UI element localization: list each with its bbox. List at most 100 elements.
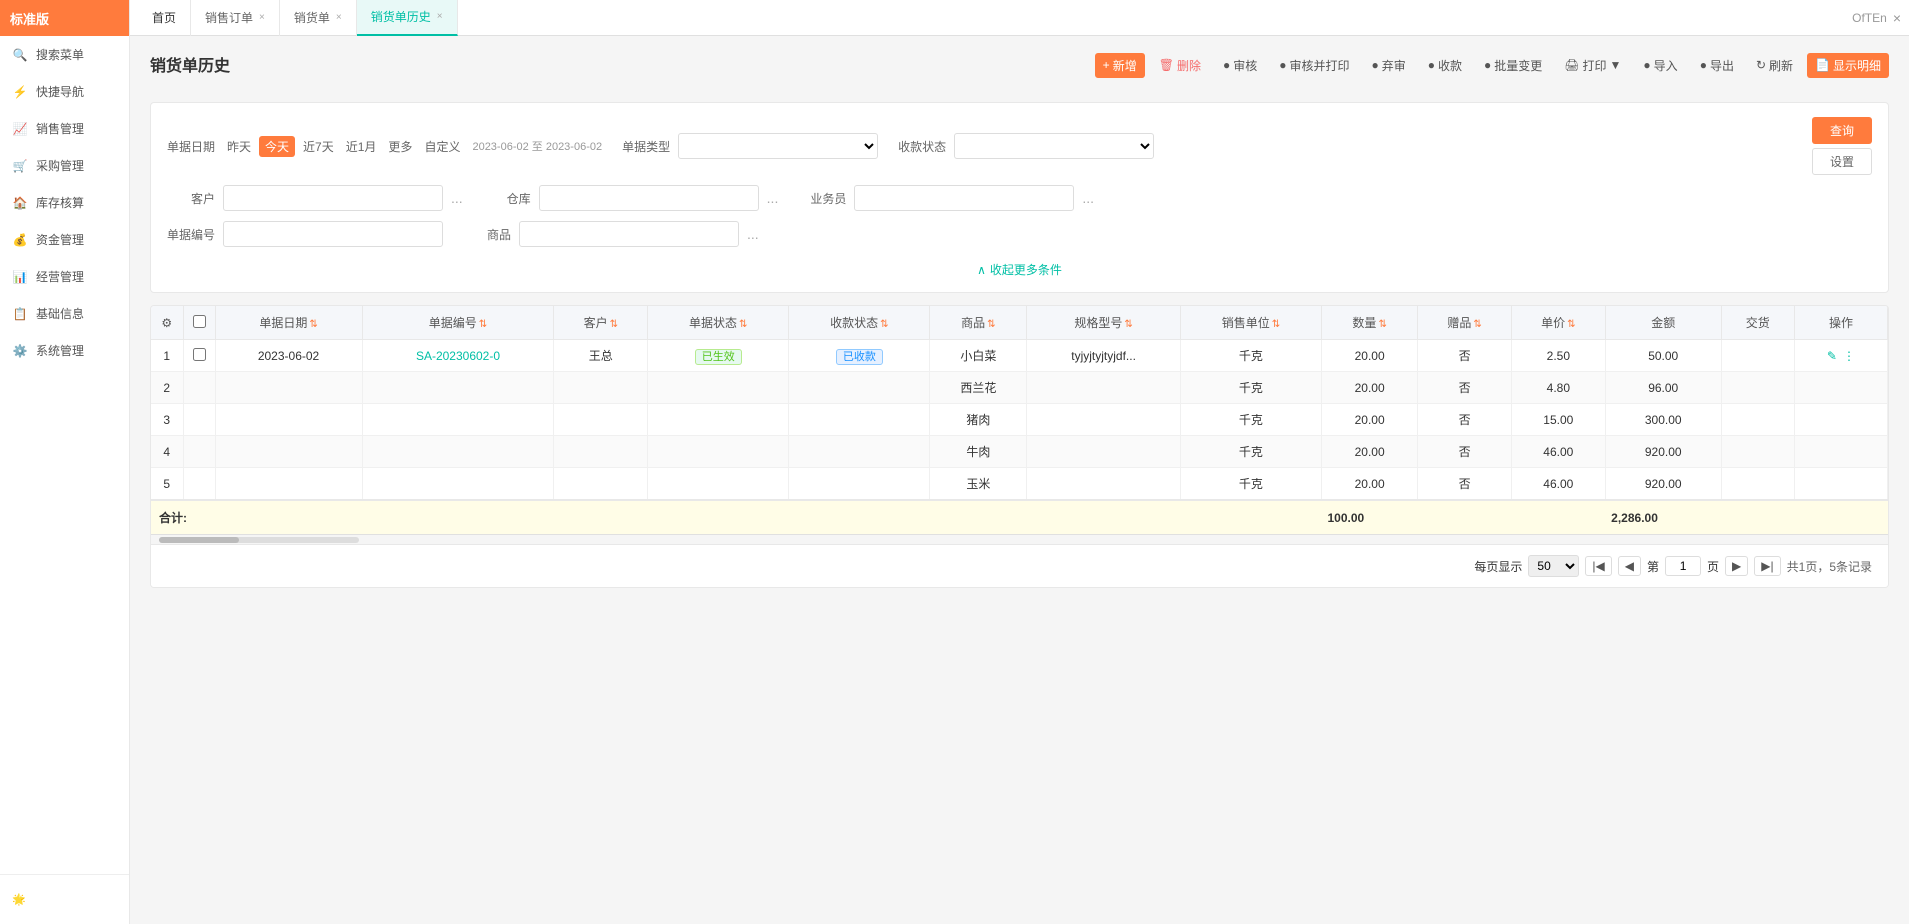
sidebar-item-sales-mgmt[interactable]: 📈 销售管理 [0, 110, 129, 147]
sidebar-item-finance-mgmt[interactable]: 💰 资金管理 [0, 221, 129, 258]
col-pay-status[interactable]: 收款状态⇅ [789, 306, 930, 340]
sidebar-item-ops-mgmt[interactable]: 📊 经营管理 [0, 258, 129, 295]
select-all-checkbox[interactable] [193, 315, 206, 328]
table-row: 5 玉米 千克 20.00 否 46.00 920.00 [151, 468, 1888, 501]
col-doc-no[interactable]: 单据编号⇅ [362, 306, 554, 340]
row-doc-no[interactable] [362, 404, 554, 436]
pay-status-select[interactable] [954, 133, 1154, 159]
row-doc-no[interactable]: SA-20230602-0 [362, 340, 554, 372]
show-detail-button[interactable]: 📄 显示明细 [1807, 53, 1889, 78]
tab-home[interactable]: 首页 [138, 0, 191, 36]
docno-input[interactable] [223, 221, 443, 247]
sidebar-item-basic-info[interactable]: 📋 基础信息 [0, 295, 129, 332]
col-unit-price[interactable]: 单价⇅ [1511, 306, 1605, 340]
tab-sales-history[interactable]: 销货单历史 × [357, 0, 458, 36]
refresh-button[interactable]: ↻ 刷新 [1748, 53, 1801, 78]
import-button[interactable]: ● 导入 [1635, 53, 1685, 78]
doc-type-select[interactable] [678, 133, 878, 159]
collapse-btn[interactable]: ∧ 收起更多条件 [167, 257, 1872, 278]
col-gift[interactable]: 赠品⇅ [1418, 306, 1512, 340]
col-goods[interactable]: 商品⇅ [930, 306, 1027, 340]
date-btn-more[interactable]: 更多 [384, 136, 416, 157]
first-page-btn[interactable]: |◀ [1585, 556, 1611, 576]
goods-input[interactable] [519, 221, 739, 247]
close-sales-order-icon[interactable]: × [259, 12, 265, 23]
row-checkbox[interactable] [193, 348, 206, 361]
edit-action-btn[interactable]: ✎ [1824, 349, 1840, 363]
row-pay-status [789, 468, 930, 501]
close-window-icon[interactable]: × [1893, 10, 1901, 26]
row-doc-no[interactable] [362, 468, 554, 501]
collect-button[interactable]: ● 收款 [1420, 53, 1470, 78]
col-doc-status[interactable]: 单据状态⇅ [648, 306, 789, 340]
batch-change-icon: ● [1484, 58, 1491, 72]
row-spec-type [1027, 404, 1181, 436]
row-doc-no[interactable] [362, 436, 554, 468]
page-size-select[interactable]: 50 20 100 [1528, 555, 1579, 577]
customer-input[interactable] [223, 185, 443, 211]
row-sales-unit: 千克 [1180, 404, 1321, 436]
warehouse-input[interactable] [539, 185, 759, 211]
date-range-value: 2023-06-02 至 2023-06-02 [472, 138, 602, 154]
goods-dots[interactable]: ... [747, 226, 759, 242]
customer-dots[interactable]: ... [451, 190, 463, 206]
refresh-icon: ↻ [1756, 58, 1766, 72]
sidebar-item-purchase-mgmt[interactable]: 🛒 采购管理 [0, 147, 129, 184]
next-page-btn[interactable]: ▶ [1725, 556, 1748, 576]
salesperson-dots[interactable]: ... [1082, 190, 1094, 206]
print-button[interactable]: 🖨 打印 ▼ [1556, 53, 1629, 78]
abandon-button[interactable]: ● 弃审 [1363, 53, 1413, 78]
export-button[interactable]: ● 导出 [1692, 53, 1742, 78]
tab-sales-goods[interactable]: 销货单 × [280, 0, 357, 36]
query-button[interactable]: 查询 [1812, 117, 1872, 144]
page-size-label: 每页显示 [1474, 558, 1522, 575]
warehouse-dots[interactable]: ... [767, 190, 779, 206]
row-customer [554, 436, 648, 468]
sidebar-item-search-menu[interactable]: 🔍 搜索菜单 [0, 36, 129, 73]
row-trade [1721, 340, 1794, 372]
sidebar-item-quick-nav[interactable]: ⚡ 快捷导航 [0, 73, 129, 110]
horizontal-scrollbar[interactable] [151, 534, 1888, 544]
page-input[interactable] [1665, 556, 1701, 576]
batch-change-button[interactable]: ● 批量变更 [1476, 53, 1550, 78]
sidebar-item-inventory[interactable]: 🏠 库存核算 [0, 184, 129, 221]
sidebar-item-label: 资金管理 [36, 231, 84, 248]
sidebar-bottom-icon1[interactable]: 🌟 [0, 883, 129, 916]
date-btn-1month[interactable]: 近1月 [342, 136, 381, 157]
salesperson-input[interactable] [854, 185, 1074, 211]
close-sales-history-icon[interactable]: × [437, 11, 443, 22]
date-btn-custom[interactable]: 自定义 [420, 136, 464, 157]
filter-docno-item: 单据编号 [167, 221, 443, 247]
prev-page-btn[interactable]: ◀ [1618, 556, 1641, 576]
row-trade [1721, 372, 1794, 404]
col-quantity[interactable]: 数量⇅ [1322, 306, 1418, 340]
col-customer[interactable]: 客户⇅ [554, 306, 648, 340]
tab-sales-order[interactable]: 销售订单 × [191, 0, 280, 36]
col-sales-unit[interactable]: 销售单位⇅ [1180, 306, 1321, 340]
delete-button[interactable]: 🗑 删除 [1151, 53, 1209, 78]
col-settings[interactable]: ⚙ [151, 306, 183, 340]
settings-button[interactable]: 设置 [1812, 148, 1872, 175]
sidebar-item-sys-mgmt[interactable]: ⚙️ 系统管理 [0, 332, 129, 369]
filter-row-1: 单据日期 昨天 今天 近7天 近1月 更多 自定义 2023-06-02 至 2… [167, 117, 1872, 175]
audit-print-button[interactable]: ● 审核并打印 [1271, 53, 1357, 78]
settings-icon[interactable]: ⚙ [161, 316, 172, 330]
audit-button[interactable]: ● 审核 [1215, 53, 1265, 78]
row-doc-status [648, 468, 789, 501]
row-doc-no[interactable] [362, 372, 554, 404]
date-btn-7days[interactable]: 近7天 [299, 136, 338, 157]
more-action-btn[interactable]: ⋮ [1840, 349, 1858, 363]
row-pay-status [789, 372, 930, 404]
col-spec-type[interactable]: 规格型号⇅ [1027, 306, 1181, 340]
row-doc-date: 2023-06-02 [215, 340, 362, 372]
close-sales-goods-icon[interactable]: × [336, 12, 342, 23]
row-checkbox-cell [183, 372, 215, 404]
doc-no-link[interactable]: SA-20230602-0 [416, 349, 500, 363]
add-button[interactable]: + 新增 [1095, 53, 1145, 78]
date-btn-today[interactable]: 今天 [259, 136, 295, 157]
col-doc-date[interactable]: 单据日期⇅ [215, 306, 362, 340]
date-btn-yesterday[interactable]: 昨天 [223, 136, 255, 157]
collapse-label: 收起更多条件 [990, 261, 1062, 278]
last-page-btn[interactable]: ▶| [1754, 556, 1780, 576]
scrollbar-thumb[interactable] [159, 537, 239, 543]
